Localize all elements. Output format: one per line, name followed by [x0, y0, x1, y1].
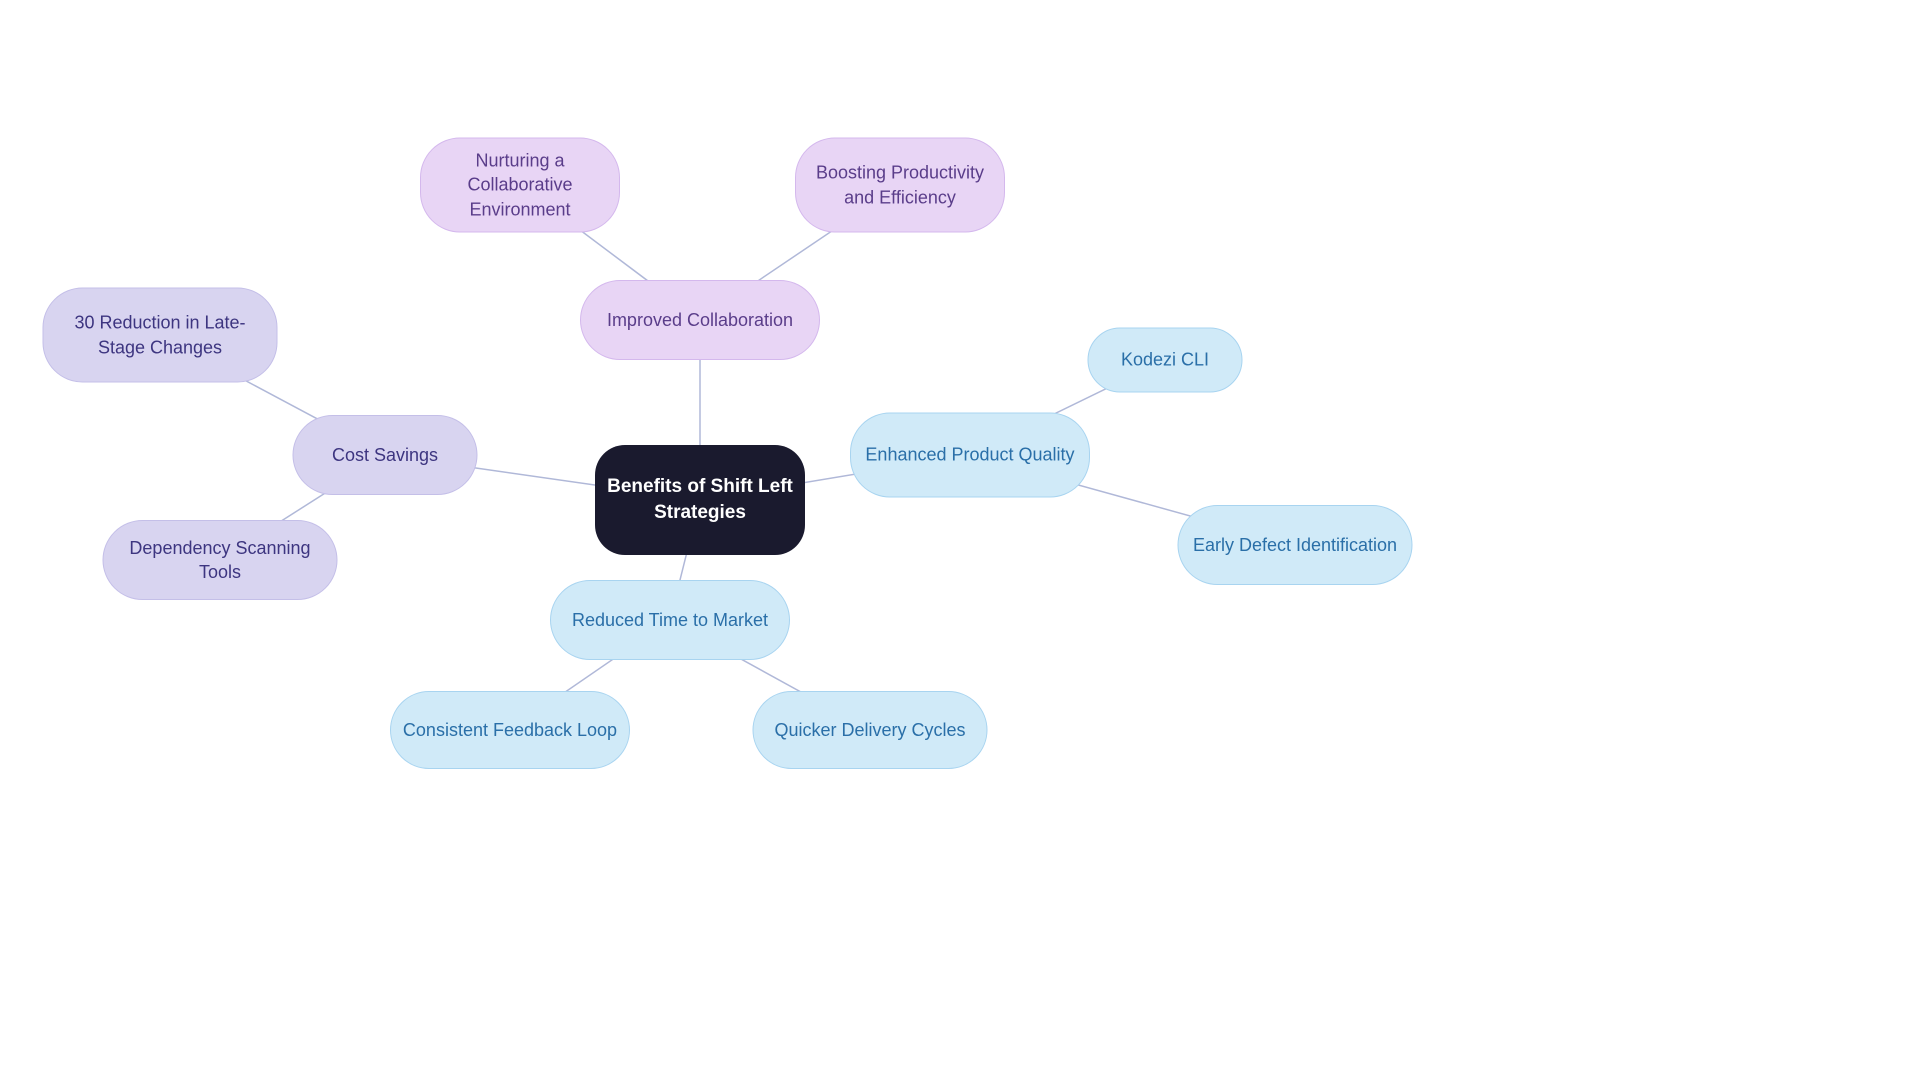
node-cost-savings[interactable]: Cost Savings [293, 415, 478, 495]
node-center[interactable]: Benefits of Shift Left Strategies [595, 445, 805, 555]
node-dependency-label: Dependency Scanning Tools [104, 536, 337, 585]
node-early-defect[interactable]: Early Defect Identification [1178, 505, 1413, 585]
node-improved-collaboration[interactable]: Improved Collaboration [580, 280, 820, 360]
node-consistent-feedback[interactable]: Consistent Feedback Loop [390, 691, 630, 769]
node-center-label: Benefits of Shift Left Strategies [595, 474, 805, 525]
node-reduced-time[interactable]: Reduced Time to Market [550, 580, 790, 660]
node-quicker-delivery[interactable]: Quicker Delivery Cycles [753, 691, 988, 769]
node-dependency[interactable]: Dependency Scanning Tools [103, 520, 338, 600]
node-consistent-feedback-label: Consistent Feedback Loop [395, 718, 625, 742]
node-boosting[interactable]: Boosting Productivity and Efficiency [795, 138, 1005, 233]
node-quicker-delivery-label: Quicker Delivery Cycles [766, 718, 973, 742]
node-kodezi[interactable]: Kodezi CLI [1088, 328, 1243, 393]
node-late-stage[interactable]: 30 Reduction in Late-Stage Changes [43, 288, 278, 383]
node-kodezi-label: Kodezi CLI [1113, 348, 1217, 372]
node-nurturing[interactable]: Nurturing a Collaborative Environment [420, 138, 620, 233]
node-enhanced-quality-label: Enhanced Product Quality [857, 443, 1082, 467]
node-boosting-label: Boosting Productivity and Efficiency [796, 161, 1004, 210]
node-early-defect-label: Early Defect Identification [1185, 533, 1405, 557]
node-nurturing-label: Nurturing a Collaborative Environment [421, 149, 619, 222]
node-cost-savings-label: Cost Savings [324, 443, 446, 467]
node-late-stage-label: 30 Reduction in Late-Stage Changes [44, 311, 277, 360]
node-improved-collaboration-label: Improved Collaboration [599, 308, 801, 332]
mind-map-container: Benefits of Shift Left Strategies Improv… [0, 0, 1920, 1083]
node-reduced-time-label: Reduced Time to Market [564, 608, 776, 632]
node-enhanced-quality[interactable]: Enhanced Product Quality [850, 413, 1090, 498]
